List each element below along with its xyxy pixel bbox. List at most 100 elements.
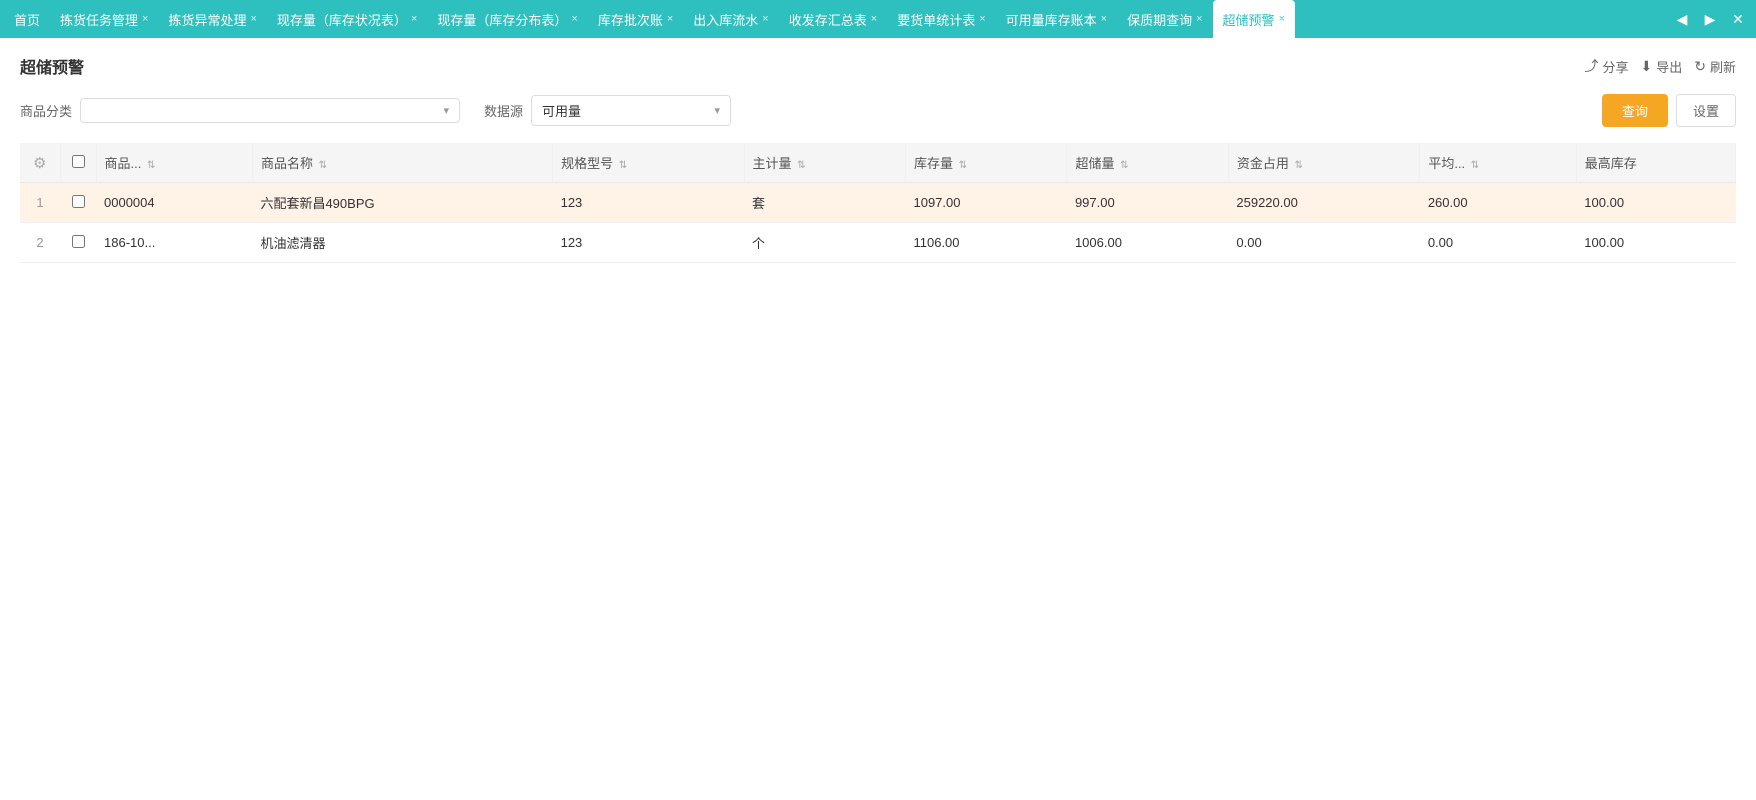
share-label: 分享 bbox=[1602, 57, 1628, 76]
col-product-name-label: 商品名称 ⇅ bbox=[261, 156, 327, 171]
row-product-code-0: 0000004 bbox=[96, 183, 252, 223]
col-product-code-label: 商品... ⇅ bbox=[105, 156, 156, 171]
data-source-select[interactable]: 可用量 ▾ bbox=[531, 95, 731, 126]
settings-gear-icon[interactable]: ⚙ bbox=[33, 154, 46, 172]
col-overstock-label: 超储量 ⇅ bbox=[1075, 156, 1128, 171]
nav-item-order-stats[interactable]: 要货单统计表 × bbox=[887, 0, 995, 38]
row-max-stock-1: 100.00 bbox=[1576, 223, 1735, 263]
select-all-checkbox[interactable] bbox=[72, 155, 85, 168]
nav-close-quality-check[interactable]: × bbox=[1196, 13, 1202, 25]
row-overstock-0: 997.00 bbox=[1067, 183, 1228, 223]
row-product-code-1: 186-10... bbox=[96, 223, 252, 263]
nav-item-abnormal[interactable]: 拣货异常处理 × bbox=[158, 0, 266, 38]
nav-item-recv-send[interactable]: 收发存汇总表 × bbox=[779, 0, 887, 38]
row-overstock-1: 1006.00 bbox=[1067, 223, 1228, 263]
nav-item-inventory-dist[interactable]: 现存量（库存分布表） × bbox=[427, 0, 587, 38]
row-checkbox-1[interactable] bbox=[72, 235, 85, 248]
row-product-name-0: 六配套新昌490BPG bbox=[252, 183, 552, 223]
col-avg: 平均... ⇅ bbox=[1420, 143, 1576, 183]
nav-close-inout-flow[interactable]: × bbox=[762, 13, 768, 25]
product-category-filter: 商品分类 ▾ bbox=[20, 98, 460, 123]
top-nav: 首页拣货任务管理 ×拣货异常处理 ×现存量（库存状况表） ×现存量（库存分布表）… bbox=[0, 0, 1756, 38]
col-max-stock: 最高库存 bbox=[1576, 143, 1735, 183]
nav-close-inventory-status[interactable]: × bbox=[411, 13, 417, 25]
col-spec: 规格型号 ⇅ bbox=[553, 143, 744, 183]
col-product-name: 商品名称 ⇅ bbox=[252, 143, 552, 183]
row-capital-1: 0.00 bbox=[1228, 223, 1419, 263]
table-row: 2 186-10... 机油滤清器 123 个 1106.00 1006.00 … bbox=[20, 223, 1736, 263]
settings-button[interactable]: 设置 bbox=[1676, 94, 1736, 127]
query-button[interactable]: 查询 bbox=[1602, 94, 1668, 127]
export-label: 导出 bbox=[1656, 57, 1682, 76]
nav-item-available-account[interactable]: 可用量库存账本 × bbox=[996, 0, 1117, 38]
nav-close-arrow[interactable]: ✕ bbox=[1724, 0, 1752, 38]
row-avg-1: 0.00 bbox=[1420, 223, 1576, 263]
col-max-stock-label: 最高库存 bbox=[1585, 156, 1637, 171]
page-container: 超储预警 ⤴ 分享 ⬇ 导出 ↻ 刷新 商品分类 ▾ 数据源 bbox=[0, 38, 1756, 800]
filter-actions: 查询 设置 bbox=[1602, 94, 1736, 127]
nav-close-abnormal[interactable]: × bbox=[250, 13, 256, 25]
nav-close-recv-send[interactable]: × bbox=[871, 13, 877, 25]
col-product-code: 商品... ⇅ bbox=[96, 143, 252, 183]
page-title: 超储预警 bbox=[20, 54, 84, 78]
nav-item-home[interactable]: 首页 bbox=[4, 0, 50, 38]
col-spec-label: 规格型号 ⇅ bbox=[561, 156, 627, 171]
filter-bar: 商品分类 ▾ 数据源 可用量 ▾ 查询 设置 bbox=[20, 94, 1736, 127]
row-checkbox-cell-1 bbox=[60, 223, 96, 263]
nav-item-quality-check[interactable]: 保质期查询 × bbox=[1117, 0, 1212, 38]
col-capital-label: 资金占用 ⇅ bbox=[1237, 156, 1303, 171]
col-overstock: 超储量 ⇅ bbox=[1067, 143, 1228, 183]
nav-item-overstock-warning[interactable]: 超储预警 × bbox=[1213, 0, 1295, 38]
row-num-0: 1 bbox=[20, 183, 60, 223]
col-unit: 主计量 ⇅ bbox=[744, 143, 905, 183]
export-icon: ⬇ bbox=[1641, 58, 1653, 75]
nav-close-available-account[interactable]: × bbox=[1101, 13, 1107, 25]
col-checkbox bbox=[60, 143, 96, 183]
table-body: 1 0000004 六配套新昌490BPG 123 套 1097.00 997.… bbox=[20, 183, 1736, 263]
col-capital: 资金占用 ⇅ bbox=[1228, 143, 1419, 183]
col-avg-label: 平均... ⇅ bbox=[1428, 156, 1479, 171]
nav-item-task-mgmt[interactable]: 拣货任务管理 × bbox=[50, 0, 158, 38]
nav-item-inventory-status[interactable]: 现存量（库存状况表） × bbox=[267, 0, 427, 38]
nav-close-inventory-dist[interactable]: × bbox=[571, 13, 577, 25]
product-category-label: 商品分类 bbox=[20, 101, 72, 120]
table-row: 1 0000004 六配套新昌490BPG 123 套 1097.00 997.… bbox=[20, 183, 1736, 223]
header-actions: ⤴ 分享 ⬇ 导出 ↻ 刷新 bbox=[1584, 56, 1736, 76]
nav-item-batch-account[interactable]: 库存批次账 × bbox=[588, 0, 683, 38]
data-source-filter: 数据源 可用量 ▾ bbox=[484, 95, 731, 126]
nav-right-arrow[interactable]: ▶ bbox=[1696, 0, 1724, 38]
share-icon: ⤴ bbox=[1584, 56, 1598, 76]
row-max-stock-0: 100.00 bbox=[1576, 183, 1735, 223]
nav-item-inout-flow[interactable]: 出入库流水 × bbox=[683, 0, 778, 38]
col-stock-label: 库存量 ⇅ bbox=[914, 156, 967, 171]
row-capital-0: 259220.00 bbox=[1228, 183, 1419, 223]
data-source-label: 数据源 bbox=[484, 101, 523, 120]
share-button[interactable]: ⤴ 分享 bbox=[1584, 56, 1628, 76]
row-spec-0: 123 bbox=[553, 183, 744, 223]
row-checkbox-0[interactable] bbox=[72, 195, 85, 208]
row-num-1: 2 bbox=[20, 223, 60, 263]
table-wrap: ⚙ 商品... ⇅ 商品名称 ⇅ 规格型号 bbox=[20, 143, 1736, 263]
col-unit-label: 主计量 ⇅ bbox=[753, 156, 806, 171]
nav-close-task-mgmt[interactable]: × bbox=[142, 13, 148, 25]
data-source-value: 可用量 bbox=[542, 101, 581, 120]
row-unit-0: 套 bbox=[744, 183, 905, 223]
table-header: ⚙ 商品... ⇅ 商品名称 ⇅ 规格型号 bbox=[20, 143, 1736, 183]
row-product-name-1: 机油滤清器 bbox=[252, 223, 552, 263]
product-category-chevron: ▾ bbox=[443, 104, 449, 117]
refresh-button[interactable]: ↻ 刷新 bbox=[1694, 57, 1736, 76]
data-source-chevron: ▾ bbox=[715, 104, 721, 117]
data-table: ⚙ 商品... ⇅ 商品名称 ⇅ 规格型号 bbox=[20, 143, 1736, 263]
col-stock: 库存量 ⇅ bbox=[905, 143, 1066, 183]
row-spec-1: 123 bbox=[553, 223, 744, 263]
page-header: 超储预警 ⤴ 分享 ⬇ 导出 ↻ 刷新 bbox=[20, 54, 1736, 78]
row-stock-1: 1106.00 bbox=[905, 223, 1066, 263]
row-avg-0: 260.00 bbox=[1420, 183, 1576, 223]
export-button[interactable]: ⬇ 导出 bbox=[1641, 57, 1683, 76]
row-checkbox-cell-0 bbox=[60, 183, 96, 223]
nav-close-overstock-warning[interactable]: × bbox=[1279, 13, 1285, 25]
nav-close-order-stats[interactable]: × bbox=[979, 13, 985, 25]
product-category-select[interactable]: ▾ bbox=[80, 98, 460, 123]
nav-left-arrow[interactable]: ◀ bbox=[1668, 0, 1696, 38]
nav-close-batch-account[interactable]: × bbox=[667, 13, 673, 25]
